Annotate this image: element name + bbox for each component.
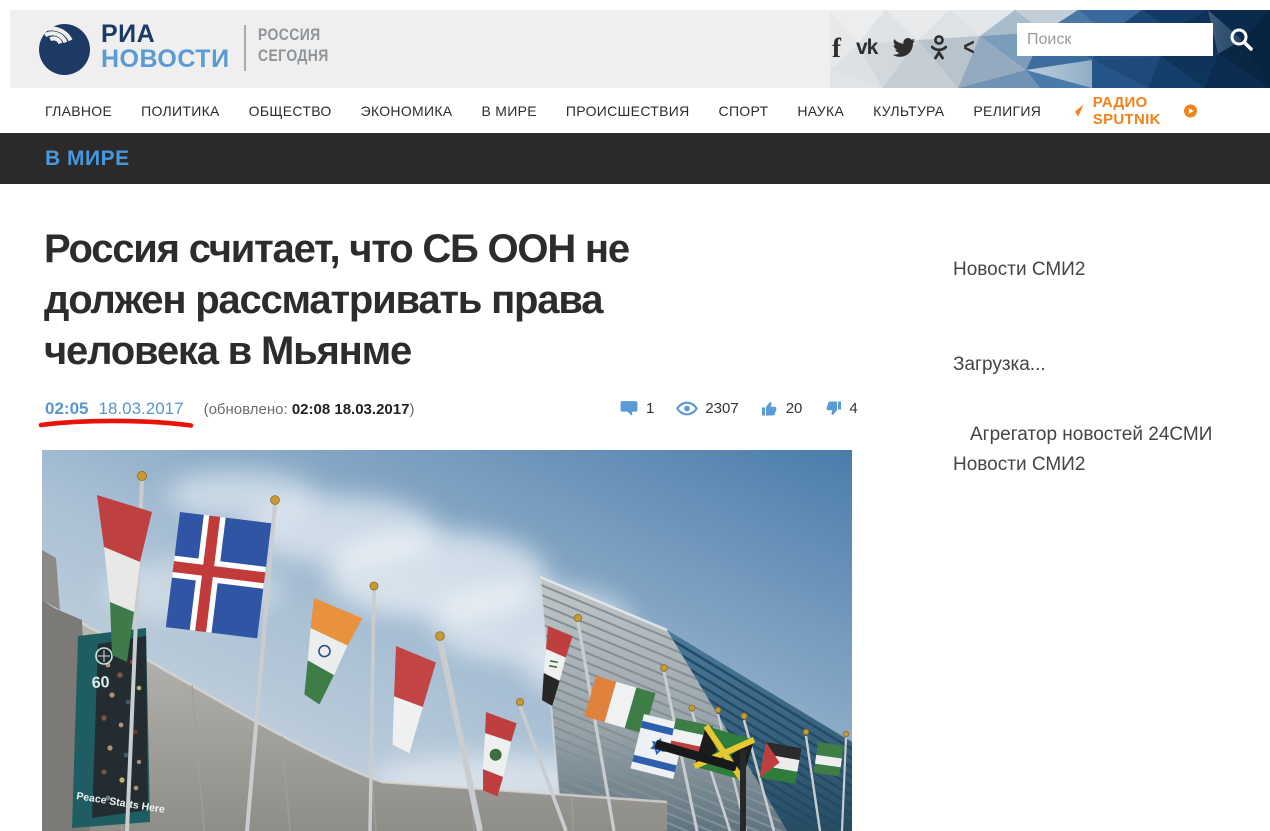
banner-60-text: 60 (91, 674, 110, 692)
nav-item-religiya[interactable]: РЕЛИГИЯ (973, 103, 1041, 119)
comments-count: 1 (646, 400, 655, 417)
views-count: 2307 (705, 400, 739, 417)
main-nav: ГЛАВНОЕ ПОЛИТИКА ОБЩЕСТВО ЭКОНОМИКА В МИ… (0, 88, 1270, 133)
facebook-icon[interactable]: f (832, 33, 841, 63)
ria-logo[interactable]: РИА НОВОСТИ РОССИЯ СЕГОДНЯ (38, 22, 344, 76)
radio-sputnik-label: РАДИО SPUTNIK (1092, 93, 1161, 128)
nav-item-nauka[interactable]: НАУКА (797, 103, 844, 119)
vk-icon[interactable]: vk (856, 33, 878, 63)
publish-time[interactable]: 02:05 (45, 399, 88, 419)
nav-item-politika[interactable]: ПОЛИТИКА (141, 103, 220, 119)
article-title: Россия считает, что СБ ООН не должен рас… (44, 227, 630, 373)
nav-item-v-mire[interactable]: В МИРЕ (481, 103, 536, 119)
dislikes-stat[interactable]: 4 (824, 400, 858, 417)
search-box (1017, 23, 1213, 56)
collapse-icon[interactable]: < (964, 33, 975, 63)
play-icon (1184, 104, 1198, 117)
sidebar-24smi-header[interactable]: Агрегатор новостей 24СМИ (970, 424, 1212, 446)
sidebar-smi2-header[interactable]: Новости СМИ2 (953, 259, 1085, 281)
comment-icon (620, 401, 638, 416)
site-header: РИА НОВОСТИ РОССИЯ СЕГОДНЯ f vk < Поиск (10, 10, 1270, 88)
nav-item-ekonomika[interactable]: ЭКОНОМИКА (361, 103, 453, 119)
nav-item-kultura[interactable]: КУЛЬТУРА (873, 103, 944, 119)
nav-item-glavnoe[interactable]: ГЛАВНОЕ (45, 103, 112, 119)
nav-item-obschestvo[interactable]: ОБЩЕСТВО (249, 103, 332, 119)
section-bar: В МИРЕ (0, 133, 1270, 184)
search-button[interactable] (1222, 21, 1260, 57)
likes-stat[interactable]: 20 (761, 400, 803, 417)
radio-sputnik-link[interactable]: РАДИО SPUTNIK (1070, 93, 1198, 128)
nav-item-proisshestviya[interactable]: ПРОИСШЕСТВИЯ (566, 103, 690, 119)
dislikes-count: 4 (849, 400, 858, 417)
likes-count: 20 (785, 400, 803, 417)
logo-divider (243, 25, 246, 71)
nav-item-sport[interactable]: СПОРТ (719, 103, 769, 119)
rossiya-segodnya-logo: РОССИЯ СЕГОДНЯ (257, 25, 329, 65)
article-stats: 1 2307 20 4 (620, 400, 858, 417)
updated-info: (обновлено: 02:08 18.03.2017) (203, 401, 415, 418)
article-photo: 60 Peace Starts Here (42, 450, 852, 831)
odnoklassniki-icon[interactable] (931, 33, 948, 63)
eye-icon (676, 401, 699, 416)
comments-stat[interactable]: 1 (620, 400, 654, 417)
radio-arrow-icon (1070, 104, 1084, 117)
social-links: f vk < (832, 30, 976, 66)
thumb-up-icon (761, 402, 777, 416)
twitter-icon[interactable] (892, 33, 916, 63)
views-stat: 2307 (676, 400, 739, 417)
search-input[interactable] (1017, 23, 1213, 56)
page: РИА НОВОСТИ РОССИЯ СЕГОДНЯ f vk < Поиск … (0, 0, 1270, 831)
publish-date[interactable]: 18.03.2017 (98, 399, 183, 419)
ria-globe-icon (39, 24, 90, 75)
thumb-down-icon (826, 401, 842, 415)
sidebar-smi2-header-2[interactable]: Новости СМИ2 (953, 454, 1085, 476)
article-meta: 02:05 18.03.2017 (обновлено: 02:08 18.03… (45, 399, 414, 419)
red-underline-annotation (38, 418, 194, 428)
sidebar-loading-text: Загрузка... (953, 354, 1046, 375)
section-title[interactable]: В МИРЕ (45, 147, 130, 171)
ria-logo-text: РИА НОВОСТИ (101, 22, 230, 72)
logo-line-2: НОВОСТИ (101, 45, 230, 73)
logo-line-1: РИА (101, 20, 156, 48)
